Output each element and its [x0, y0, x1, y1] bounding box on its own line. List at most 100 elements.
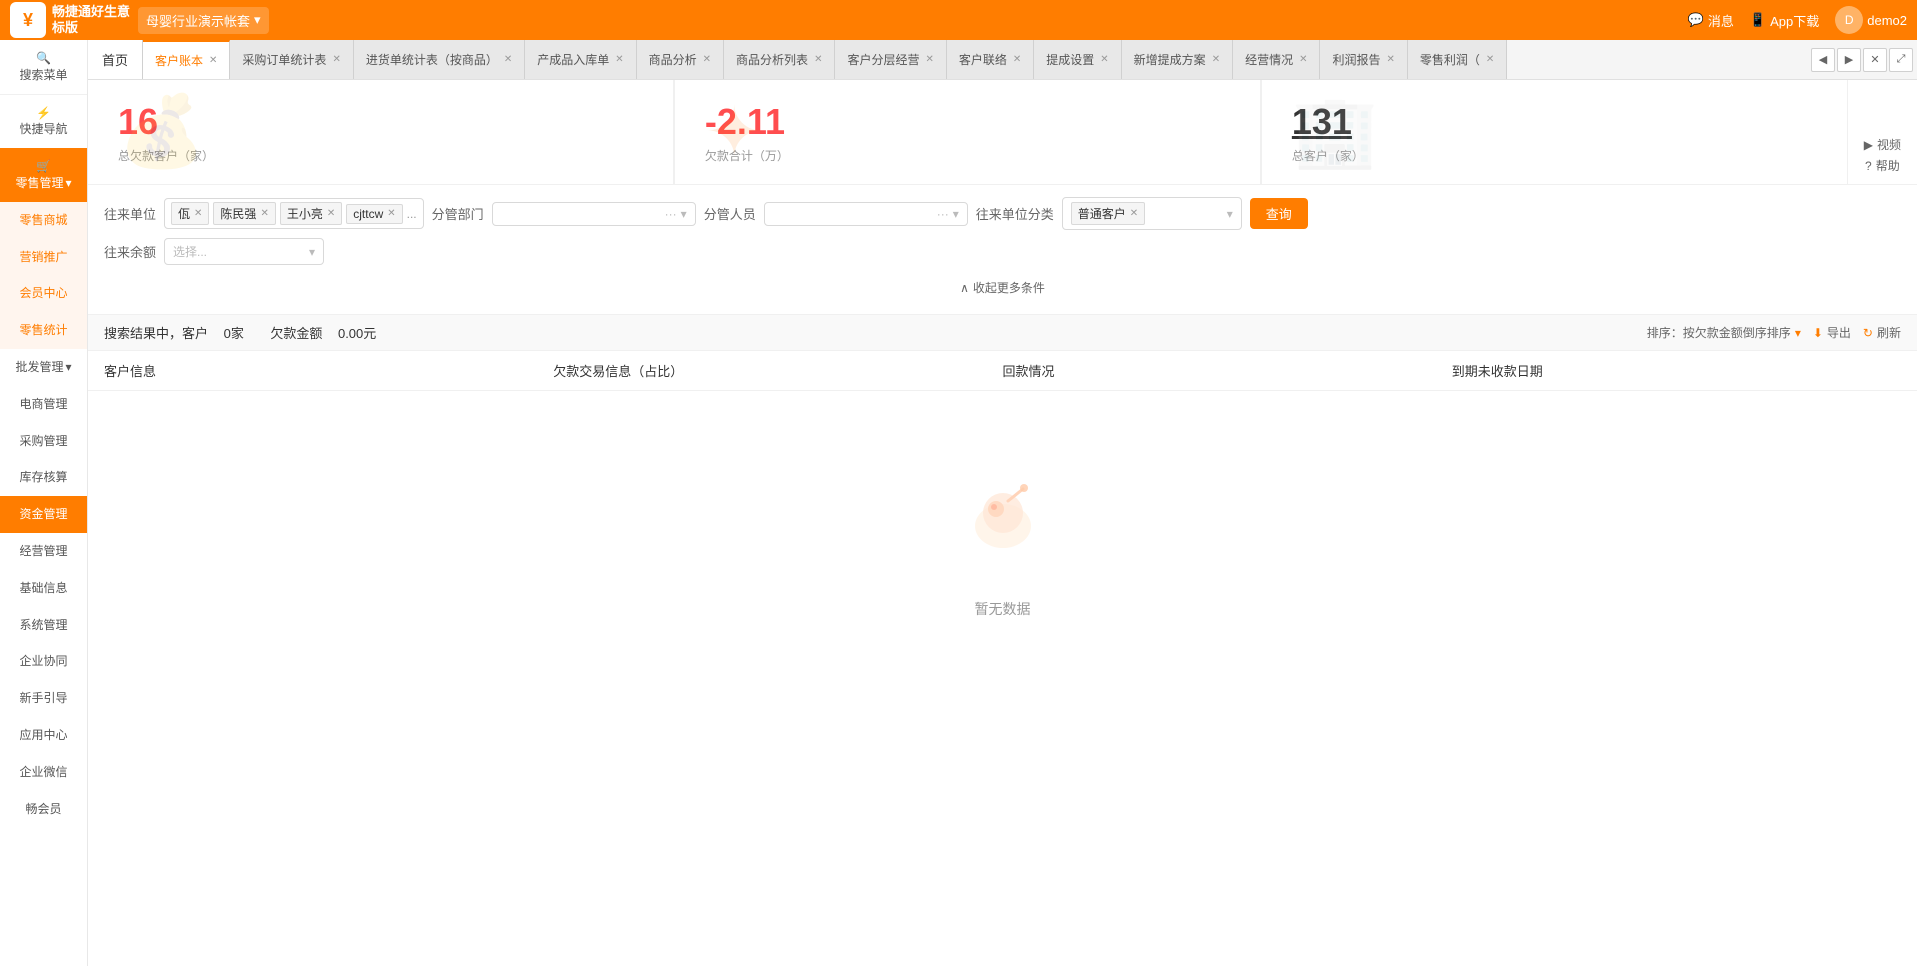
sidebar-item-retail-stats[interactable]: 零售统计	[0, 312, 87, 349]
tab-close-plan[interactable]: ✕	[1212, 54, 1220, 65]
filter-more-tags[interactable]: ...	[407, 207, 417, 221]
tab-close-stock[interactable]: ✕	[504, 54, 512, 65]
filter-tag-chen[interactable]: 陈民强 ✕	[213, 202, 275, 225]
tab-close-accounts[interactable]: ✕	[209, 55, 217, 66]
tab-bar: 首页 客户账本 ✕ 采购订单统计表 ✕ 进货单统计表（按商品） ✕ 产成品入库单…	[88, 40, 1917, 80]
sidebar-item-sys-mgmt[interactable]: 系统管理	[0, 607, 87, 644]
tab-new-raise-plan[interactable]: 新增提成方案 ✕	[1122, 40, 1233, 79]
tab-close-retail-profit[interactable]: ✕	[1486, 54, 1494, 65]
tab-close-purchase[interactable]: ✕	[332, 54, 340, 65]
tab-raise-settings[interactable]: 提成设置 ✕	[1034, 40, 1121, 79]
search-icon: 🔍	[4, 50, 83, 67]
result-sort[interactable]: 排序：按欠款金额倒序排序 ▾	[1647, 324, 1801, 341]
result-bar: 搜索结果中，客户 0家 欠款金额 0.00元 排序：按欠款金额倒序排序 ▾	[88, 315, 1917, 351]
export-btn[interactable]: ⬇ 导出	[1813, 324, 1851, 341]
collapse-icon: ∧	[960, 281, 969, 295]
tab-close-profit[interactable]: ✕	[1387, 54, 1395, 65]
filter-tag-wa[interactable]: 佤 ✕	[171, 202, 209, 225]
help-btn[interactable]: ? 帮助	[1865, 157, 1900, 174]
tab-prev-btn[interactable]: ◀	[1811, 48, 1835, 72]
tab-business-status[interactable]: 经营情况 ✕	[1233, 40, 1320, 79]
main-layout: 🔍 搜索菜单 ⚡ 快捷导航 🛒 零售管理 ▾ 零售商城 营销推广 会	[0, 40, 1917, 966]
help-area: ▶ 视频 ? 帮助	[1848, 80, 1917, 184]
tab-close-connect[interactable]: ✕	[1013, 54, 1021, 65]
sidebar-item-enterprise-wx[interactable]: 企业微信	[0, 754, 87, 791]
quick-nav-icon: ⚡	[4, 105, 83, 122]
sidebar-item-finance[interactable]: 资金管理	[0, 496, 87, 533]
sidebar-item-operations[interactable]: 经营管理	[0, 533, 87, 570]
logo-icon: ¥	[10, 2, 46, 38]
table-col-repayment: 回款情况	[1003, 361, 1452, 380]
tab-close-segment[interactable]: ✕	[925, 54, 933, 65]
workspace-selector[interactable]: 母婴行业演示帐套 ▾	[138, 7, 269, 34]
sidebar: 🔍 搜索菜单 ⚡ 快捷导航 🛒 零售管理 ▾ 零售商城 营销推广 会	[0, 40, 88, 966]
tab-home[interactable]: 首页	[88, 40, 143, 79]
tab-retail-profit[interactable]: 零售利润（ ✕	[1408, 40, 1507, 79]
sidebar-item-new-guide[interactable]: 新手引导	[0, 680, 87, 717]
filter-tag-wang[interactable]: 王小亮 ✕	[280, 202, 342, 225]
user-btn[interactable]: D demo2	[1835, 6, 1907, 34]
filter-tag-wang-close[interactable]: ✕	[327, 208, 335, 219]
page-content: 💰 16 总欠款客户（家） ✦ -2.11 欠款合计（万） 🏢 131	[88, 80, 1917, 966]
tab-stock-stats[interactable]: 进货单统计表（按商品） ✕	[354, 40, 525, 79]
tab-close-raise[interactable]: ✕	[1100, 54, 1108, 65]
tab-profit-report[interactable]: 利润报告 ✕	[1320, 40, 1407, 79]
remainder-dropdown-icon: ▾	[309, 245, 315, 259]
filter-tag-wa-close[interactable]: ✕	[194, 208, 202, 219]
arrow-icon: ▾	[65, 175, 71, 192]
filter-unit-class-select[interactable]: 普通客户 ✕ ▾	[1062, 197, 1242, 230]
tab-cost-in[interactable]: 产成品入库单 ✕	[525, 40, 636, 79]
sidebar-item-retail-mgmt[interactable]: 🛒 零售管理 ▾	[0, 148, 87, 202]
tab-close-goods-list[interactable]: ✕	[814, 54, 822, 65]
sidebar-item-wholesale-mgmt[interactable]: 批发管理 ▾	[0, 349, 87, 386]
filter-tag-chen-close[interactable]: ✕	[260, 208, 268, 219]
top-bar-left: ¥ 畅捷通好生意 标版 母婴行业演示帐套 ▾	[10, 2, 269, 38]
sidebar-item-purchase-mgmt[interactable]: 采购管理	[0, 423, 87, 460]
refresh-btn[interactable]: ↻ 刷新	[1863, 324, 1901, 341]
filter-tag-cjttcw[interactable]: cjttcw ✕	[346, 204, 402, 224]
sidebar-item-ecommerce[interactable]: 电商管理	[0, 386, 87, 423]
query-button[interactable]: 查询	[1250, 198, 1308, 229]
sidebar-item-search[interactable]: 🔍 搜索菜单	[0, 40, 87, 95]
tab-close-cost[interactable]: ✕	[615, 54, 623, 65]
sidebar-item-basic-info[interactable]: 基础信息	[0, 570, 87, 607]
filter-tag-cjttcw-close[interactable]: ✕	[387, 208, 395, 219]
filter-row-2: 往来余额 选择... ▾	[104, 238, 1901, 265]
app-download-btn[interactable]: 📱 App下载	[1750, 11, 1819, 30]
sidebar-item-marketing[interactable]: 营销推广	[0, 239, 87, 276]
sidebar-item-retail-mall[interactable]: 零售商城	[0, 202, 87, 239]
sidebar-item-inventory[interactable]: 库存核算	[0, 459, 87, 496]
tab-accounts[interactable]: 客户账本 ✕	[143, 40, 230, 79]
result-search-text: 搜索结果中，客户 0家 欠款金额 0.00元	[104, 326, 388, 341]
filter-remainder-select[interactable]: 选择... ▾	[164, 238, 324, 265]
sidebar-item-quick-nav[interactable]: ⚡ 快捷导航	[0, 95, 87, 149]
summary-card-2: ✦ -2.11 欠款合计（万）	[674, 80, 1261, 184]
filter-person-select[interactable]: ··· ▾	[764, 202, 968, 226]
tab-expand-btn[interactable]: ⤢	[1889, 48, 1913, 72]
tab-next-btn[interactable]: ▶	[1837, 48, 1861, 72]
tab-goods-analysis[interactable]: 商品分析 ✕	[637, 40, 724, 79]
tab-goods-analysis-list[interactable]: 商品分析列表 ✕	[724, 40, 835, 79]
person-dropdown-icon: ▾	[953, 207, 959, 221]
filter-dept-input[interactable]	[501, 207, 661, 221]
tab-customer-connect[interactable]: 客户联络 ✕	[947, 40, 1034, 79]
table-body-empty: 暂无数据	[88, 391, 1917, 699]
filter-unit-class-tag[interactable]: 普通客户 ✕	[1071, 202, 1145, 225]
top-bar: ¥ 畅捷通好生意 标版 母婴行业演示帐套 ▾ 💬 消息 📱 App下载 D	[0, 0, 1917, 40]
tab-close-btn[interactable]: ✕	[1863, 48, 1887, 72]
sidebar-item-member-center[interactable]: 会员中心	[0, 275, 87, 312]
tab-purchase-order[interactable]: 采购订单统计表 ✕	[230, 40, 353, 79]
collapse-btn[interactable]: ∧ 收起更多条件	[960, 279, 1045, 296]
filter-dept-select[interactable]: ··· ▾	[492, 202, 696, 226]
sidebar-item-corp-collab[interactable]: 企业协同	[0, 643, 87, 680]
filter-person-input[interactable]	[773, 207, 933, 221]
tab-close-goods[interactable]: ✕	[703, 54, 711, 65]
sidebar-item-app-center[interactable]: 应用中心	[0, 717, 87, 754]
video-help-btn[interactable]: ▶ 视频	[1864, 136, 1901, 153]
filter-unit-class-close[interactable]: ✕	[1130, 208, 1138, 219]
unit-tag-container[interactable]: 佤 ✕ 陈民强 ✕ 王小亮 ✕	[164, 198, 424, 229]
message-btn[interactable]: 💬 消息	[1688, 11, 1734, 30]
tab-customer-segment[interactable]: 客户分层经营 ✕	[835, 40, 946, 79]
tab-close-biz[interactable]: ✕	[1299, 54, 1307, 65]
sidebar-item-member-vip[interactable]: 畅会员	[0, 791, 87, 828]
